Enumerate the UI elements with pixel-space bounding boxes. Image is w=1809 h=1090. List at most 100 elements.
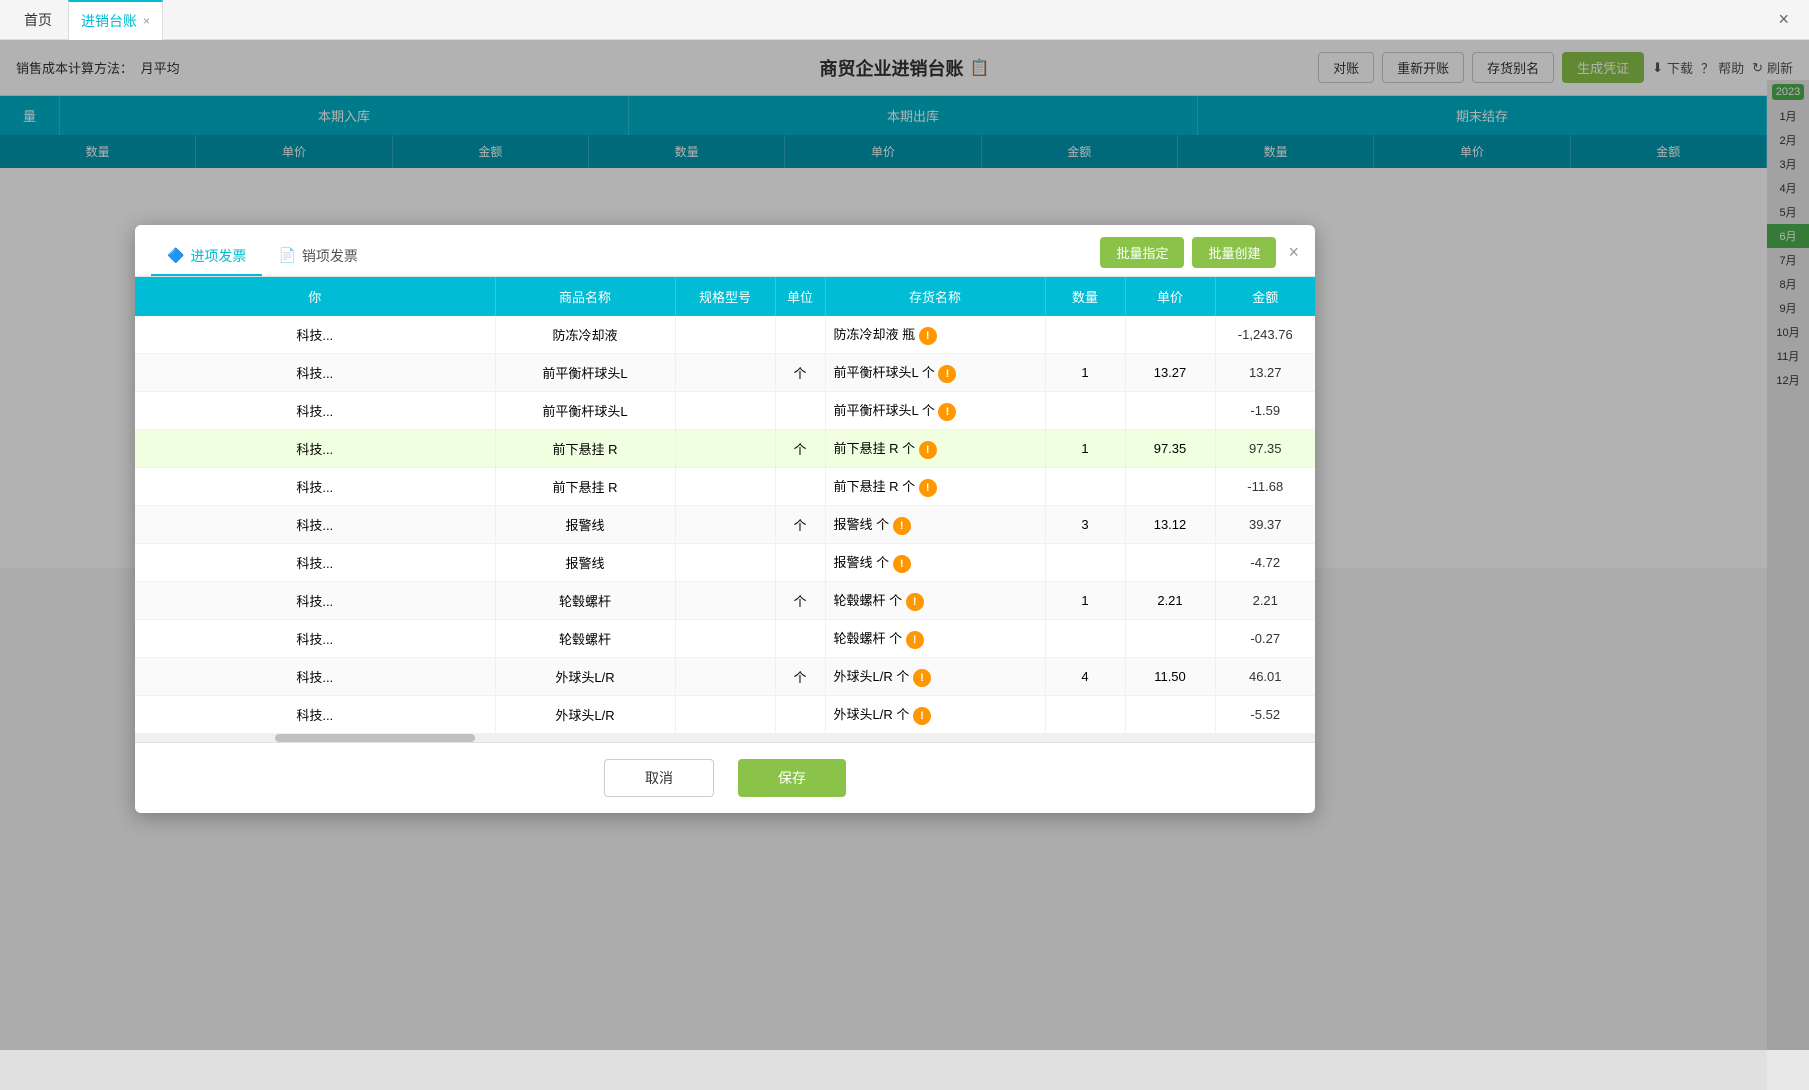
td-unit-price: 11.50 [1125,658,1215,696]
td-amount: -0.27 [1215,620,1315,658]
td-inventory: 外球头L/R 个 ! [825,658,1045,696]
td-unit-price [1125,696,1215,734]
warning-icon: ! [906,593,924,611]
td-product-name: 前平衡杆球头L [495,354,675,392]
modal-dialog: 🔷 进项发票 📄 销项发票 批量指定 批量创建 × 你 商品名称 规格型号 [135,225,1315,813]
td-spec [675,658,775,696]
warning-icon: ! [938,403,956,421]
td-qty [1045,468,1125,506]
modal-close-icon[interactable]: × [1288,242,1299,271]
th-unit-price: 单价 [1125,277,1215,316]
tab-home[interactable]: 首页 [8,0,68,40]
td-product-name: 前下悬挂 R [495,468,675,506]
td-unit [775,544,825,582]
th-company: 你 [135,277,495,316]
td-spec [675,544,775,582]
td-company: 科技... [135,544,495,582]
td-amount: -5.52 [1215,696,1315,734]
invoice-table: 你 商品名称 规格型号 单位 存货名称 数量 单价 金额 科技...防冻冷却液防… [135,277,1315,734]
warning-icon: ! [919,441,937,459]
td-amount: 13.27 [1215,354,1315,392]
td-unit-price: 13.27 [1125,354,1215,392]
td-spec [675,354,775,392]
modal-footer: 取消 保存 [135,742,1315,813]
cancel-button[interactable]: 取消 [604,759,714,797]
table-row: 科技...防冻冷却液 防冻冷却液 瓶 ! -1,243.76 [135,316,1315,354]
table-row: 科技...报警线报警线 个 !-4.72 [135,544,1315,582]
warning-icon: ! [913,669,931,687]
td-unit [775,696,825,734]
td-qty: 1 [1045,582,1125,620]
td-unit-price: 97.35 [1125,430,1215,468]
warning-icon: ! [919,479,937,497]
td-inventory: 防冻冷却液 瓶 ! [825,316,1045,354]
save-button[interactable]: 保存 [738,759,846,797]
td-inventory: 外球头L/R 个 ! [825,696,1045,734]
td-product-name: 防冻冷却液 [495,316,675,354]
table-row: 科技...前平衡杆球头L个前平衡杆球头L 个 !113.2713.27 [135,354,1315,392]
td-inventory: 轮毂螺杆 个 ! [825,582,1045,620]
tab-active-ledger[interactable]: 进销台账 × [68,0,163,40]
invoice-icon-out: 📄 [278,247,295,264]
batch-assign-button[interactable]: 批量指定 [1100,237,1184,268]
td-unit-price [1125,544,1215,582]
td-inventory: 报警线 个 ! [825,544,1045,582]
warning-icon: ! [938,365,956,383]
td-product-name: 前下悬挂 R [495,430,675,468]
tab-inbound-invoice[interactable]: 🔷 进项发票 [151,238,262,276]
th-inventory-name: 存货名称 [825,277,1045,316]
td-spec [675,696,775,734]
td-inventory: 前平衡杆球头L 个 ! [825,354,1045,392]
tab-close-icon[interactable]: × [143,1,150,41]
td-spec [675,316,775,354]
batch-create-button[interactable]: 批量创建 [1192,237,1276,268]
td-inventory: 轮毂螺杆 个 ! [825,620,1045,658]
scroll-area[interactable] [135,734,1315,742]
table-row: 科技...前下悬挂 R 前下悬挂 R 个 ! -11.68 [135,468,1315,506]
td-product-name: 外球头L/R [495,696,675,734]
td-qty: 3 [1045,506,1125,544]
td-qty: 4 [1045,658,1125,696]
scroll-thumb[interactable] [275,734,475,742]
th-unit: 单位 [775,277,825,316]
modal-header: 🔷 进项发票 📄 销项发票 批量指定 批量创建 × [135,225,1315,277]
td-amount: -1,243.76 [1215,316,1315,354]
td-qty: 1 [1045,354,1125,392]
td-unit-price: 2.21 [1125,582,1215,620]
td-company: 科技... [135,696,495,734]
table-row: 科技...报警线个报警线 个 !313.1239.37 [135,506,1315,544]
th-amount: 金额 [1215,277,1315,316]
table-row: 科技...轮毂螺杆个轮毂螺杆 个 !12.212.21 [135,582,1315,620]
td-company: 科技... [135,658,495,696]
table-row: 科技...前平衡杆球头L 前平衡杆球头L 个 ! -1.59 [135,392,1315,430]
td-unit-price [1125,620,1215,658]
td-inventory: 前下悬挂 R 个 ! [825,468,1045,506]
td-amount: -1.59 [1215,392,1315,430]
td-company: 科技... [135,430,495,468]
main-content: 销售成本计算方法： 月平均 商贸企业进销台账 📋 对账 重新开账 存货别名 生成… [0,40,1809,1050]
td-inventory: 前平衡杆球头L 个 ! [825,392,1045,430]
td-spec [675,620,775,658]
td-spec [675,430,775,468]
td-company: 科技... [135,506,495,544]
td-product-name: 前平衡杆球头L [495,392,675,430]
td-unit: 个 [775,354,825,392]
td-amount: -11.68 [1215,468,1315,506]
td-amount: 2.21 [1215,582,1315,620]
warning-icon: ! [913,707,931,725]
table-row: 科技...前下悬挂 R个前下悬挂 R 个 !197.3597.35 [135,430,1315,468]
td-inventory: 报警线 个 ! [825,506,1045,544]
tab-outbound-invoice[interactable]: 📄 销项发票 [262,238,373,276]
app-close-icon[interactable]: × [1766,9,1801,30]
td-amount: -4.72 [1215,544,1315,582]
top-bar: 首页 进销台账 × × [0,0,1809,40]
td-inventory: 前下悬挂 R 个 ! [825,430,1045,468]
td-company: 科技... [135,582,495,620]
table-row: 科技...外球头L/R个外球头L/R 个 !411.5046.01 [135,658,1315,696]
td-unit-price [1125,392,1215,430]
td-company: 科技... [135,468,495,506]
td-company: 科技... [135,392,495,430]
td-unit [775,392,825,430]
td-company: 科技... [135,316,495,354]
td-unit [775,620,825,658]
